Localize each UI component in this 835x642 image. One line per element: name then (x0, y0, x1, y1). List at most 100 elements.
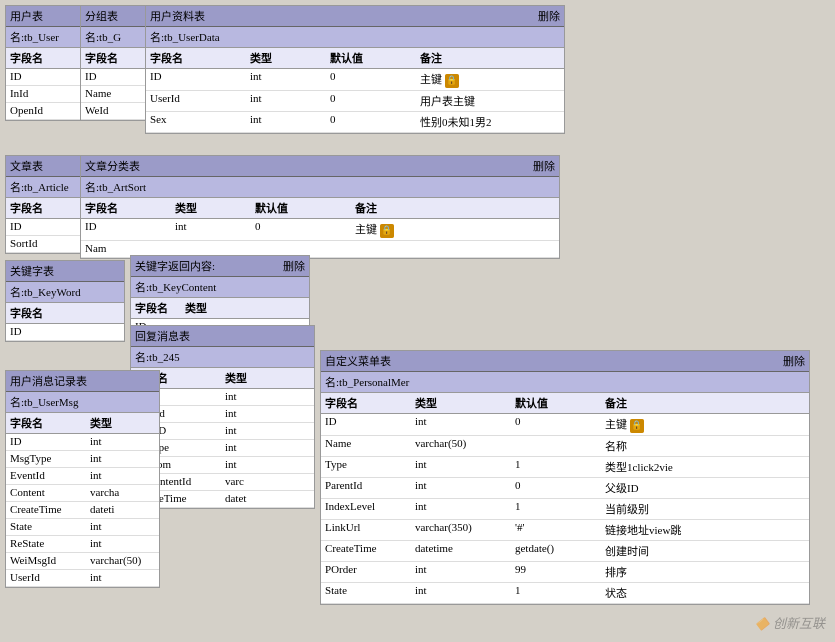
artsort-delete-btn[interactable]: 删除 (533, 158, 555, 174)
cell-default (253, 242, 353, 256)
cell-default: 0 (253, 220, 353, 239)
keyword-col-headers: 字段名 (6, 303, 124, 324)
cell-fieldname: Nam (83, 242, 173, 256)
cell-fieldname: UserId (8, 571, 88, 585)
cell-type: int (223, 458, 312, 472)
cell-fieldname: EventId (8, 469, 88, 483)
table-row: Name varchar(50) 名称 (321, 436, 809, 457)
cell-default: 1 (513, 500, 603, 518)
table-row: ParentId int 0 父级ID (321, 478, 809, 499)
pm-col-note: 备注 (603, 394, 807, 412)
watermark-text: 创新互联 (773, 616, 825, 631)
artsort-table: 文章分类表 删除 名:tb_ArtSort 字段名 类型 默认值 备注 ID i… (80, 155, 560, 259)
watermark: 🔶 创新互联 (755, 613, 825, 632)
cell-type: int (223, 441, 312, 455)
pm-col-type: 类型 (413, 394, 513, 412)
table-row: MsgType int (6, 451, 159, 468)
usermsg-col-headers: 字段名 类型 (6, 413, 159, 434)
cell-fieldname: Name (323, 437, 413, 455)
table-row: ReState int (6, 536, 159, 553)
artsort-table-name: 名:tb_ArtSort (85, 179, 146, 195)
cell-fieldname: ReState (8, 537, 88, 551)
cell-default: 99 (513, 563, 603, 581)
db-diagram-canvas: 用户表 名:tb_User 字段名 ID InId OpenId 分组表 名:t… (0, 0, 835, 642)
personalmenu-col-headers: 字段名 类型 默认值 备注 (321, 393, 809, 414)
keycontent-delete-btn[interactable]: 删除 (283, 258, 305, 274)
cell-note: 父级ID (603, 479, 807, 497)
userdata-col-default: 默认值 (328, 49, 418, 67)
cell-type: int (413, 458, 513, 476)
cell-fieldname: UserId (148, 92, 248, 110)
cell-fieldname: CreateTime (323, 542, 413, 560)
group-table-name: 名:tb_G (85, 29, 121, 45)
cell-fieldname: CreateTime (8, 503, 88, 517)
cell-type: int (413, 500, 513, 518)
reply-table-name-row: 名:tb_245 (131, 347, 314, 368)
table-row: ID int 0 主键 🔒 (81, 219, 559, 241)
keyword-table-name-row: 名:tb_KeyWord (6, 282, 124, 303)
keycontent-col-fieldname: 字段名 (133, 299, 183, 317)
cell-type (173, 242, 253, 256)
cell-type: int (413, 563, 513, 581)
cell-fieldname: ID (323, 415, 413, 434)
userdata-table-title: 用户资料表 (150, 8, 205, 24)
cell-fieldname: Sex (148, 113, 248, 131)
cell-type: int (413, 479, 513, 497)
cell-default: 1 (513, 458, 603, 476)
cell-type: int (173, 220, 253, 239)
table-row: EventId int (6, 468, 159, 485)
usermsg-table-name: 名:tb_UserMsg (10, 394, 78, 410)
table-row: IndexLevel int 1 当前级别 (321, 499, 809, 520)
userdata-col-fieldname: 字段名 (148, 49, 248, 67)
cell-fieldname: POrder (323, 563, 413, 581)
usermsg-table-name-row: 名:tb_UserMsg (6, 392, 159, 413)
reply-col-type: 类型 (223, 369, 312, 387)
cell-note: 创建时间 (603, 542, 807, 560)
cell-type: varchar(50) (413, 437, 513, 455)
userdata-col-headers: 字段名 类型 默认值 备注 (146, 48, 564, 69)
cell-default: 0 (328, 113, 418, 131)
article-table-title: 文章表 (10, 158, 43, 174)
cell-type: dateti (88, 503, 157, 517)
reply-table-name: 名:tb_245 (135, 349, 180, 365)
table-row: UserId int 0 用户表主键 (146, 91, 564, 112)
cell-type: datet (223, 492, 312, 506)
table-row: ID (6, 324, 124, 341)
userdata-table-name: 名:tb_UserData (150, 29, 220, 45)
personalmenu-delete-btn[interactable]: 删除 (783, 353, 805, 369)
cell-fieldname: ParentId (323, 479, 413, 497)
user-table-title: 用户表 (10, 8, 43, 24)
lock-icon: 🔒 (630, 419, 644, 433)
cell-type: int (88, 520, 157, 534)
usermsg-table-title: 用户消息记录表 (10, 373, 87, 389)
artsort-col-note: 备注 (353, 199, 557, 217)
userdata-table: 用户资料表 删除 名:tb_UserData 字段名 类型 默认值 备注 ID … (145, 5, 565, 134)
cell-type: int (248, 92, 328, 110)
cell-default: 0 (513, 479, 603, 497)
pm-col-fieldname: 字段名 (323, 394, 413, 412)
table-row: Type int 1 类型1click2vie (321, 457, 809, 478)
personalmenu-table-name: 名:tb_PersonalMer (325, 374, 409, 390)
cell-fieldname: Content (8, 486, 88, 500)
keyword-table-name: 名:tb_KeyWord (10, 284, 81, 300)
cell-default: getdate() (513, 542, 603, 560)
table-row: POrder int 99 排序 (321, 562, 809, 583)
cell-type: int (223, 424, 312, 438)
cell-type: int (88, 435, 157, 449)
userdata-col-type: 类型 (248, 49, 328, 67)
cell-default (513, 437, 603, 455)
user-table-name: 名:tb_User (10, 29, 59, 45)
cell-note: 当前级别 (603, 500, 807, 518)
artsort-col-type: 类型 (173, 199, 253, 217)
keyword-col-fieldname: 字段名 (8, 304, 122, 322)
userdata-delete-btn[interactable]: 删除 (538, 8, 560, 24)
cell-note: 主键 🔒 (353, 220, 557, 239)
pm-col-default: 默认值 (513, 394, 603, 412)
keyword-table-title: 关键字表 (10, 263, 54, 279)
cell-fieldname: Type (323, 458, 413, 476)
personalmenu-table-title: 自定义菜单表 (325, 353, 391, 369)
cell-type: varc (223, 475, 312, 489)
keyword-table: 关键字表 名:tb_KeyWord 字段名 ID (5, 260, 125, 342)
cell-note: 主键 🔒 (418, 70, 562, 89)
cell-type: int (413, 584, 513, 602)
